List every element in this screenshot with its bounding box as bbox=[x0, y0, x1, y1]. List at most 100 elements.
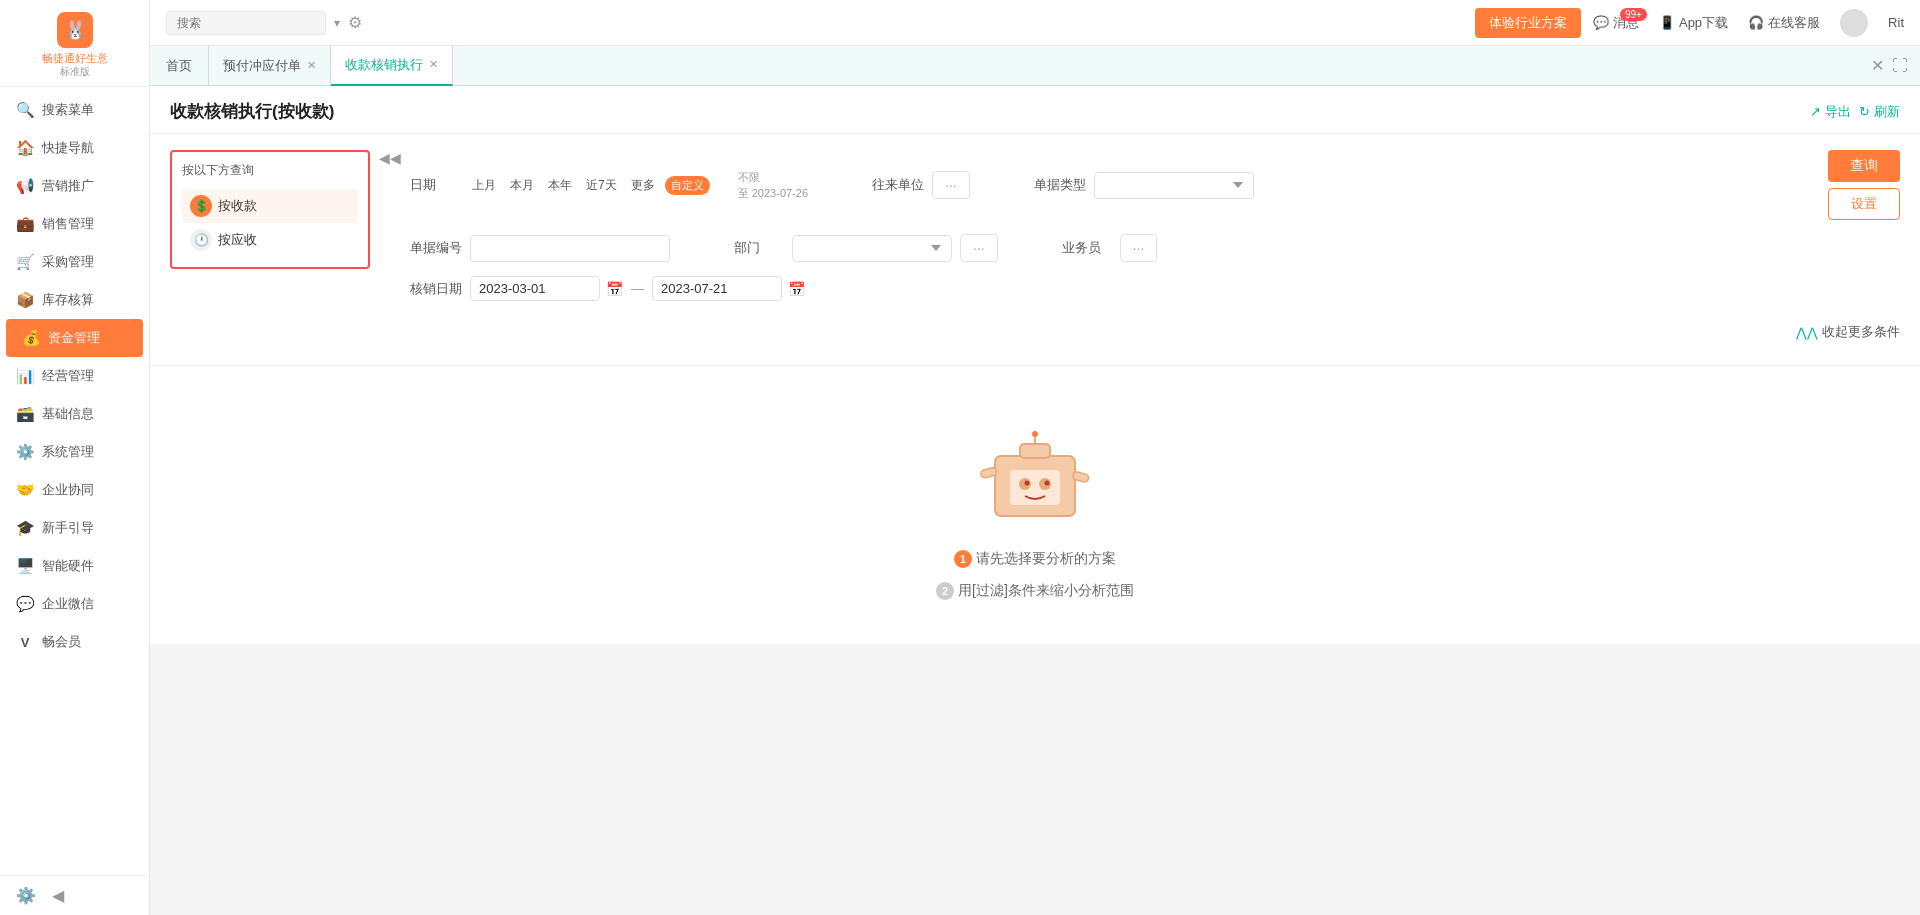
svg-point-4 bbox=[1025, 481, 1030, 486]
sidebar-item-search[interactable]: 🔍 搜索菜单 bbox=[0, 91, 149, 129]
date-custom-badge[interactable]: 自定义 bbox=[665, 176, 710, 195]
by-receivable-icon: 🕐 bbox=[190, 229, 212, 251]
purchase-icon: 🛒 bbox=[16, 253, 34, 271]
sidebar-item-label: 新手引导 bbox=[42, 519, 94, 537]
verify-date-start-input[interactable] bbox=[470, 276, 600, 301]
empty-illustration bbox=[975, 426, 1095, 526]
tab-writeoff-close[interactable]: ✕ bbox=[429, 58, 438, 71]
app-download-button[interactable]: 📱 App下载 bbox=[1659, 14, 1728, 32]
filter-option-by-receivable[interactable]: 🕐 按应收 bbox=[182, 223, 358, 257]
collapse-sidebar-icon[interactable]: ◀ bbox=[52, 886, 64, 905]
filter-row-1: 日期 上月 本月 本年 近7天 更多 自定义 不限 bbox=[410, 150, 1900, 220]
by-receipt-icon: 💲 bbox=[190, 195, 212, 217]
date-btn-this-year[interactable]: 本年 bbox=[544, 175, 576, 196]
staff-field: 业务员 ··· bbox=[1062, 234, 1158, 262]
message-button[interactable]: 💬 消息 99+ bbox=[1593, 14, 1639, 32]
tab-close-all-icon[interactable]: ✕ bbox=[1871, 56, 1884, 75]
sidebar-item-purchase[interactable]: 🛒 采购管理 bbox=[0, 243, 149, 281]
sidebar-item-operations[interactable]: 📊 经营管理 bbox=[0, 357, 149, 395]
tab-writeoff-label: 收款核销执行 bbox=[345, 56, 423, 74]
online-service-button[interactable]: 🎧 在线客服 bbox=[1748, 14, 1820, 32]
action-buttons: 查询 设置 bbox=[1828, 150, 1900, 220]
empty-hint-2-text: 用[过滤]条件来缩小分析范围 bbox=[958, 582, 1134, 600]
system-icon: ⚙️ bbox=[16, 443, 34, 461]
sidebar-item-label: 营销推广 bbox=[42, 177, 94, 195]
page-title-actions: ↗ 导出 ↻ 刷新 bbox=[1810, 103, 1900, 121]
collapse-filter-btn[interactable]: ◀◀ bbox=[380, 150, 400, 166]
date-btn-7days[interactable]: 近7天 bbox=[582, 175, 621, 196]
dept-label: 部门 bbox=[734, 239, 784, 257]
chevron-up-icon: ⋀⋀ bbox=[1796, 325, 1818, 340]
sidebar-footer: ⚙️ ◀ bbox=[0, 875, 149, 915]
filter-left-panel: 按以下方查询 💲 按收款 🕐 按应收 bbox=[170, 150, 370, 269]
date-btn-last-month[interactable]: 上月 bbox=[468, 175, 500, 196]
page-title: 收款核销执行(按收款) bbox=[170, 100, 334, 123]
finance-icon: 💰 bbox=[22, 329, 40, 347]
verify-date-end-input[interactable] bbox=[652, 276, 782, 301]
sidebar-item-hardware[interactable]: 🖥️ 智能硬件 bbox=[0, 547, 149, 585]
tab-writeoff[interactable]: 收款核销执行 ✕ bbox=[331, 46, 453, 86]
message-icon: 💬 bbox=[1593, 15, 1609, 30]
sidebar-item-quicknav[interactable]: 🏠 快捷导航 bbox=[0, 129, 149, 167]
page-content: 收款核销执行(按收款) ↗ 导出 ↻ 刷新 按以下方查询 bbox=[150, 86, 1920, 915]
search-icon: 🔍 bbox=[16, 101, 34, 119]
refresh-button[interactable]: ↻ 刷新 bbox=[1859, 103, 1900, 121]
sidebar-item-basic-info[interactable]: 🗃️ 基础信息 bbox=[0, 395, 149, 433]
date-no-limit: 不限 bbox=[738, 170, 808, 185]
date-field: 日期 上月 本月 本年 近7天 更多 自定义 bbox=[410, 175, 710, 196]
header-chevron-icon[interactable]: ▾ bbox=[334, 16, 340, 30]
export-icon: ↗ bbox=[1810, 104, 1821, 119]
dept-picker-button[interactable]: ··· bbox=[960, 234, 998, 262]
verify-date-label: 核销日期 bbox=[410, 280, 462, 298]
sidebar-item-collab[interactable]: 🤝 企业协同 bbox=[0, 471, 149, 509]
sidebar-menu: 🔍 搜索菜单 🏠 快捷导航 📢 营销推广 💼 销售管理 🛒 采购管理 📦 库存核… bbox=[0, 87, 149, 875]
sidebar-item-label: 资金管理 bbox=[48, 329, 100, 347]
sidebar-item-label: 系统管理 bbox=[42, 443, 94, 461]
verify-date-start-calendar-icon[interactable]: 📅 bbox=[606, 281, 623, 297]
sidebar-item-system[interactable]: ⚙️ 系统管理 bbox=[0, 433, 149, 471]
filter-option-by-receipt[interactable]: 💲 按收款 bbox=[182, 189, 358, 223]
tab-expand-icon[interactable]: ⛶ bbox=[1892, 57, 1908, 75]
sidebar-item-weixin[interactable]: 💬 企业微信 bbox=[0, 585, 149, 623]
collab-icon: 🤝 bbox=[16, 481, 34, 499]
page-title-bar: 收款核销执行(按收款) ↗ 导出 ↻ 刷新 bbox=[150, 86, 1920, 134]
dept-select[interactable] bbox=[792, 235, 952, 262]
guide-icon: 🎓 bbox=[16, 519, 34, 537]
sidebar-item-marketing[interactable]: 📢 营销推广 bbox=[0, 167, 149, 205]
header-gear-icon[interactable]: ⚙ bbox=[348, 13, 362, 32]
date-btn-more[interactable]: 更多 bbox=[627, 175, 659, 196]
sidebar-item-member[interactable]: V 畅会员 bbox=[0, 623, 149, 661]
sidebar-item-inventory[interactable]: 📦 库存核算 bbox=[0, 281, 149, 319]
counterparty-picker-button[interactable]: ··· bbox=[932, 171, 970, 199]
main-area: ▾ ⚙ 体验行业方案 💬 消息 99+ 📱 App下载 🎧 在线客服 Rit 首… bbox=[150, 0, 1920, 915]
settings-footer-icon[interactable]: ⚙️ bbox=[16, 886, 36, 905]
weixin-icon: 💬 bbox=[16, 595, 34, 613]
settings-button[interactable]: 设置 bbox=[1828, 188, 1900, 220]
query-button[interactable]: 查询 bbox=[1828, 150, 1900, 182]
tab-prepay[interactable]: 预付冲应付单 ✕ bbox=[209, 46, 331, 86]
doc-type-field: 单据类型 bbox=[1034, 172, 1254, 199]
doc-no-input[interactable] bbox=[470, 235, 670, 262]
date-btn-this-month[interactable]: 本月 bbox=[506, 175, 538, 196]
tab-prepay-close[interactable]: ✕ bbox=[307, 59, 316, 72]
message-badge: 99+ bbox=[1620, 8, 1647, 21]
sidebar-item-finance[interactable]: 💰 资金管理 bbox=[6, 319, 143, 357]
collapse-more-conditions-btn[interactable]: ⋀⋀ 收起更多条件 bbox=[410, 315, 1900, 349]
verify-date-end-calendar-icon[interactable]: 📅 bbox=[788, 281, 805, 297]
counterparty-field: 往来单位 ··· bbox=[872, 171, 970, 199]
tab-actions: ✕ ⛶ bbox=[1859, 56, 1920, 75]
sidebar-item-label: 采购管理 bbox=[42, 253, 94, 271]
sidebar-item-sales[interactable]: 💼 销售管理 bbox=[0, 205, 149, 243]
date-label: 日期 bbox=[410, 176, 460, 194]
header-search-input[interactable] bbox=[166, 11, 326, 35]
sidebar-item-guide[interactable]: 🎓 新手引导 bbox=[0, 509, 149, 547]
tab-home[interactable]: 首页 bbox=[150, 46, 209, 86]
marketing-icon: 📢 bbox=[16, 177, 34, 195]
doc-type-select[interactable] bbox=[1094, 172, 1254, 199]
collapse-more-label: 收起更多条件 bbox=[1822, 323, 1900, 341]
staff-picker-button[interactable]: ··· bbox=[1120, 234, 1158, 262]
empty-hint-1-text: 请先选择要分析的方案 bbox=[976, 550, 1116, 568]
date-separator: — bbox=[631, 281, 644, 296]
export-button[interactable]: ↗ 导出 bbox=[1810, 103, 1851, 121]
industry-solution-button[interactable]: 体验行业方案 bbox=[1475, 8, 1581, 38]
